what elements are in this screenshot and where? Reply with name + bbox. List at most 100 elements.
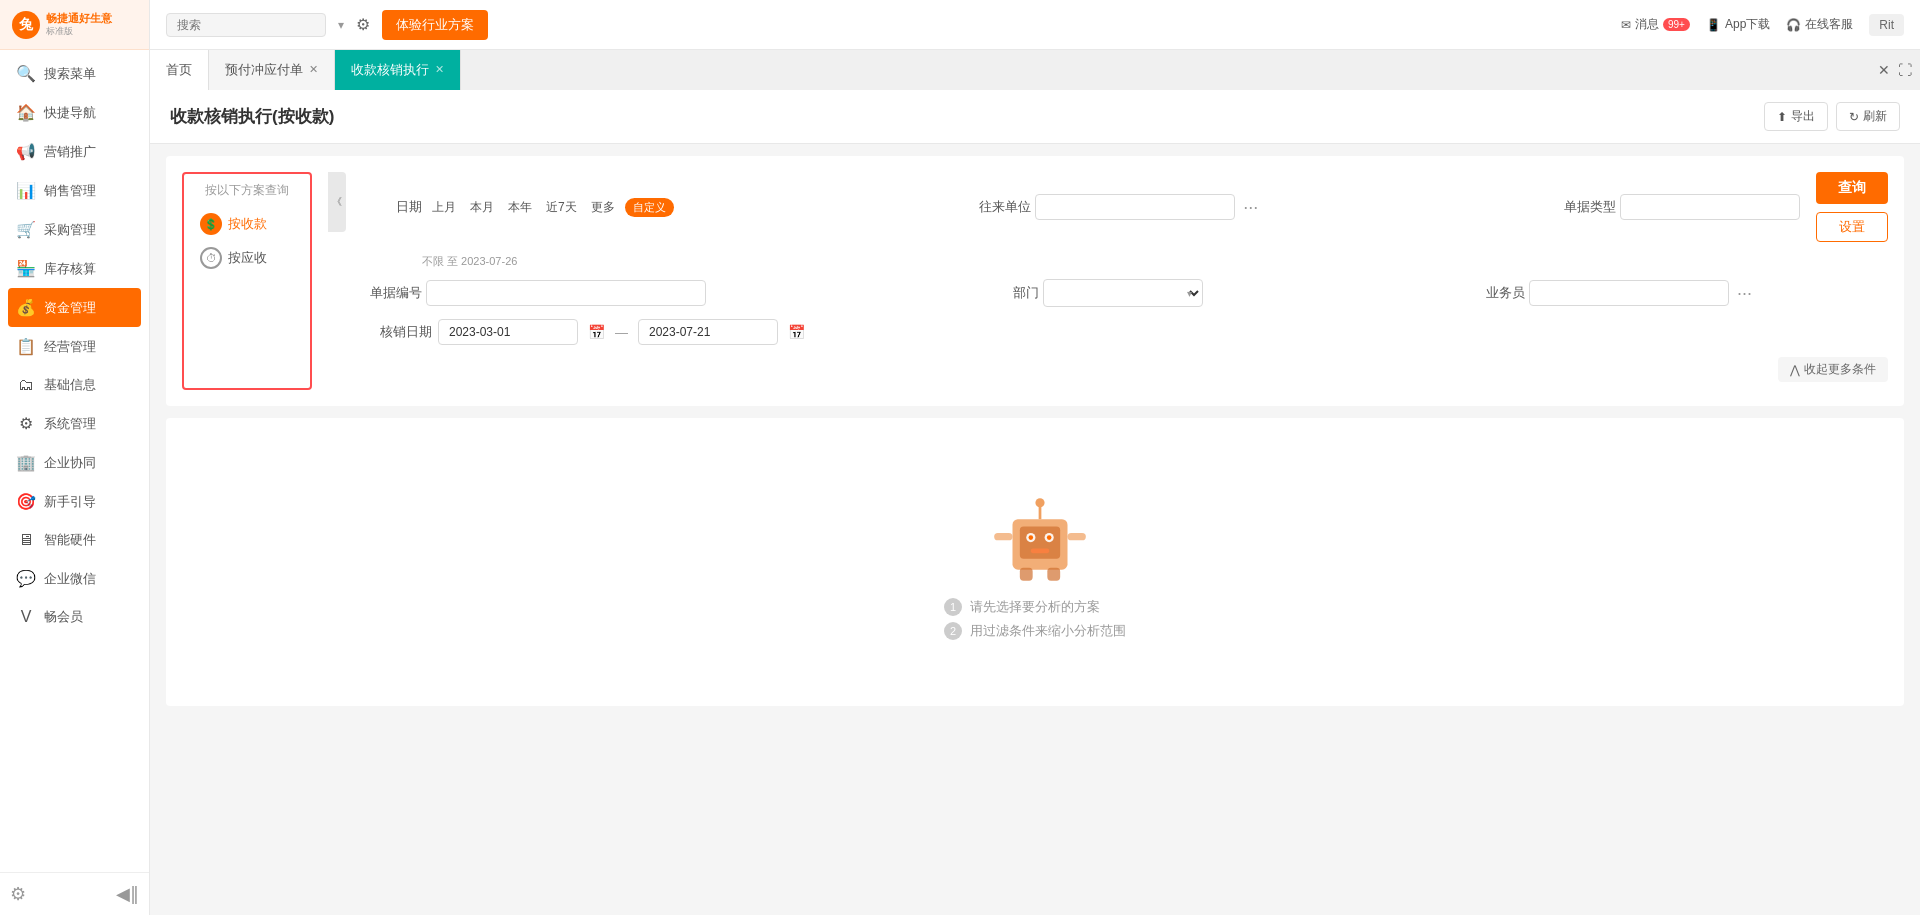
- date-tab-last-month[interactable]: 上月: [428, 197, 460, 218]
- topbar-search-input[interactable]: [166, 13, 326, 37]
- sidebar-item-label: 采购管理: [44, 221, 96, 239]
- sidebar-item-purchase[interactable]: 🛒 采购管理: [0, 210, 149, 249]
- purchase-icon: 🛒: [16, 220, 36, 239]
- hint-text-1: 请先选择要分析的方案: [970, 598, 1100, 616]
- sidebar-item-quick-nav[interactable]: 🏠 快捷导航: [0, 93, 149, 132]
- tab-home-label: 首页: [166, 61, 192, 79]
- export-icon: ⬆: [1777, 110, 1787, 124]
- service-icon: 🎧: [1786, 18, 1801, 32]
- sidebar-item-marketing[interactable]: 📢 营销推广: [0, 132, 149, 171]
- sidebar-item-wechat[interactable]: 💬 企业微信: [0, 559, 149, 598]
- partner-dots-icon[interactable]: ···: [1243, 197, 1258, 218]
- sidebar-item-label: 新手引导: [44, 493, 96, 511]
- sidebar-item-search[interactable]: 🔍 搜索菜单: [0, 54, 149, 93]
- tab-expand-icon[interactable]: ⛶: [1898, 62, 1912, 78]
- sidebar-item-hardware[interactable]: 🖥 智能硬件: [0, 521, 149, 559]
- online-service-action[interactable]: 🎧 在线客服: [1786, 16, 1853, 33]
- query-button[interactable]: 查询: [1816, 172, 1888, 204]
- filter-sidebar-title: 按以下方案查询: [192, 182, 302, 199]
- filter-option-by-receipt[interactable]: 💲 按收款: [192, 207, 302, 241]
- sidebar-item-member[interactable]: V 畅会员: [0, 598, 149, 636]
- tab-prepay[interactable]: 预付冲应付单 ✕: [209, 50, 335, 90]
- sidebar-item-label: 营销推广: [44, 143, 96, 161]
- filter-receivable-label: 按应收: [228, 249, 267, 267]
- tab-close-all-icon[interactable]: ✕: [1878, 62, 1890, 78]
- collapse-more-button[interactable]: ⋀ 收起更多条件: [1778, 357, 1888, 382]
- filter-option-by-receivable[interactable]: ⏱ 按应收: [192, 241, 302, 275]
- sidebar-item-label: 系统管理: [44, 415, 96, 433]
- staff-input[interactable]: [1529, 280, 1729, 306]
- dept-select[interactable]: [1043, 279, 1203, 307]
- sidebar-item-label: 快捷导航: [44, 104, 96, 122]
- tab-verify-close-icon[interactable]: ✕: [435, 63, 444, 76]
- topbar-actions: ✉ 消息 99+ 📱 App下载 🎧 在线客服 Rit: [1621, 14, 1904, 36]
- empty-state: 1 请先选择要分析的方案 2 用过滤条件来缩小分析范围: [166, 418, 1904, 706]
- operations-icon: 📋: [16, 337, 36, 356]
- verify-date-start-input[interactable]: [438, 319, 578, 345]
- sidebar-item-sales[interactable]: 📊 销售管理: [0, 171, 149, 210]
- settings-button[interactable]: 设置: [1816, 212, 1888, 242]
- sidebar-item-label: 企业协同: [44, 454, 96, 472]
- date-tab-more[interactable]: 更多: [587, 197, 619, 218]
- date-tab-this-month[interactable]: 本月: [466, 197, 498, 218]
- svg-point-8: [1035, 498, 1044, 507]
- verify-date-end-input[interactable]: [638, 319, 778, 345]
- tab-verify[interactable]: 收款核销执行 ✕: [335, 50, 461, 90]
- topbar-gear-icon[interactable]: ⚙: [356, 15, 370, 34]
- filter-row-3: 核销日期 📅 — 📅: [362, 319, 1888, 345]
- doc-no-input[interactable]: [426, 280, 706, 306]
- sidebar-item-finance[interactable]: 💰 资金管理: [8, 288, 141, 327]
- hint-num-1: 1: [944, 598, 962, 616]
- topbar-chevron-icon[interactable]: ▾: [338, 18, 344, 32]
- collapse-filter-btn[interactable]: 《: [328, 172, 346, 232]
- sidebar-item-operations[interactable]: 📋 经营管理: [0, 327, 149, 366]
- sidebar-item-system[interactable]: ⚙ 系统管理: [0, 404, 149, 443]
- date-tab-this-year[interactable]: 本年: [504, 197, 536, 218]
- filter-row-1: 日期 上月 本月 本年 近7天 更多 自定义 往来单位: [362, 172, 1888, 242]
- verify-date-end-calendar-icon[interactable]: 📅: [788, 324, 805, 340]
- settings-bottom-icon[interactable]: ⚙: [10, 883, 26, 905]
- refresh-icon: ↻: [1849, 110, 1859, 124]
- date-tab-7days[interactable]: 近7天: [542, 197, 581, 218]
- staff-dots-icon[interactable]: ···: [1737, 283, 1752, 304]
- export-button[interactable]: ⬆ 导出: [1764, 102, 1828, 131]
- solution-button[interactable]: 体验行业方案: [382, 10, 488, 40]
- svg-rect-6: [1031, 549, 1049, 554]
- sales-icon: 📊: [16, 181, 36, 200]
- sidebar-item-guide[interactable]: 🎯 新手引导: [0, 482, 149, 521]
- app-download-action[interactable]: 📱 App下载: [1706, 16, 1770, 33]
- svg-rect-12: [1047, 568, 1060, 581]
- sidebar-item-label: 资金管理: [44, 299, 96, 317]
- doc-type-select[interactable]: [1620, 194, 1800, 220]
- sidebar-item-collab[interactable]: 🏢 企业协同: [0, 443, 149, 482]
- doc-no-label: 单据编号: [362, 284, 422, 302]
- wechat-icon: 💬: [16, 569, 36, 588]
- refresh-button[interactable]: ↻ 刷新: [1836, 102, 1900, 131]
- system-icon: ⚙: [16, 414, 36, 433]
- page-title: 收款核销执行(按收款): [170, 105, 334, 140]
- message-label: 消息: [1635, 16, 1659, 33]
- topbar: ▾ ⚙ 体验行业方案 ✉ 消息 99+ 📱 App下载 🎧 在线客服 Rit: [150, 0, 1920, 50]
- empty-illustration: [985, 478, 1085, 578]
- verify-date-label: 核销日期: [362, 323, 432, 341]
- collapse-sidebar-icon[interactable]: ◀‖: [116, 883, 139, 905]
- partner-label: 往来单位: [971, 198, 1031, 216]
- tab-verify-label: 收款核销执行: [351, 61, 429, 79]
- sidebar-item-inventory[interactable]: 🏪 库存核算: [0, 249, 149, 288]
- svg-rect-11: [1020, 568, 1033, 581]
- date-tab-custom[interactable]: 自定义: [625, 198, 674, 217]
- tab-prepay-close-icon[interactable]: ✕: [309, 63, 318, 76]
- svg-rect-10: [1068, 533, 1086, 540]
- partner-input[interactable]: [1035, 194, 1235, 220]
- message-action[interactable]: ✉ 消息 99+: [1621, 16, 1690, 33]
- verify-date-start-calendar-icon[interactable]: 📅: [588, 324, 605, 340]
- finance-icon: 💰: [16, 298, 36, 317]
- doc-type-label: 单据类型: [1556, 198, 1616, 216]
- app-download-label: App下载: [1725, 16, 1770, 33]
- tab-home[interactable]: 首页: [150, 50, 209, 90]
- more-conditions-row: ⋀ 收起更多条件: [362, 357, 1888, 382]
- tabbar: 首页 预付冲应付单 ✕ 收款核销执行 ✕ ✕ ⛶: [150, 50, 1920, 90]
- sidebar-item-basics[interactable]: 🗂 基础信息: [0, 366, 149, 404]
- user-name[interactable]: Rit: [1869, 14, 1904, 36]
- search-menu-icon: 🔍: [16, 64, 36, 83]
